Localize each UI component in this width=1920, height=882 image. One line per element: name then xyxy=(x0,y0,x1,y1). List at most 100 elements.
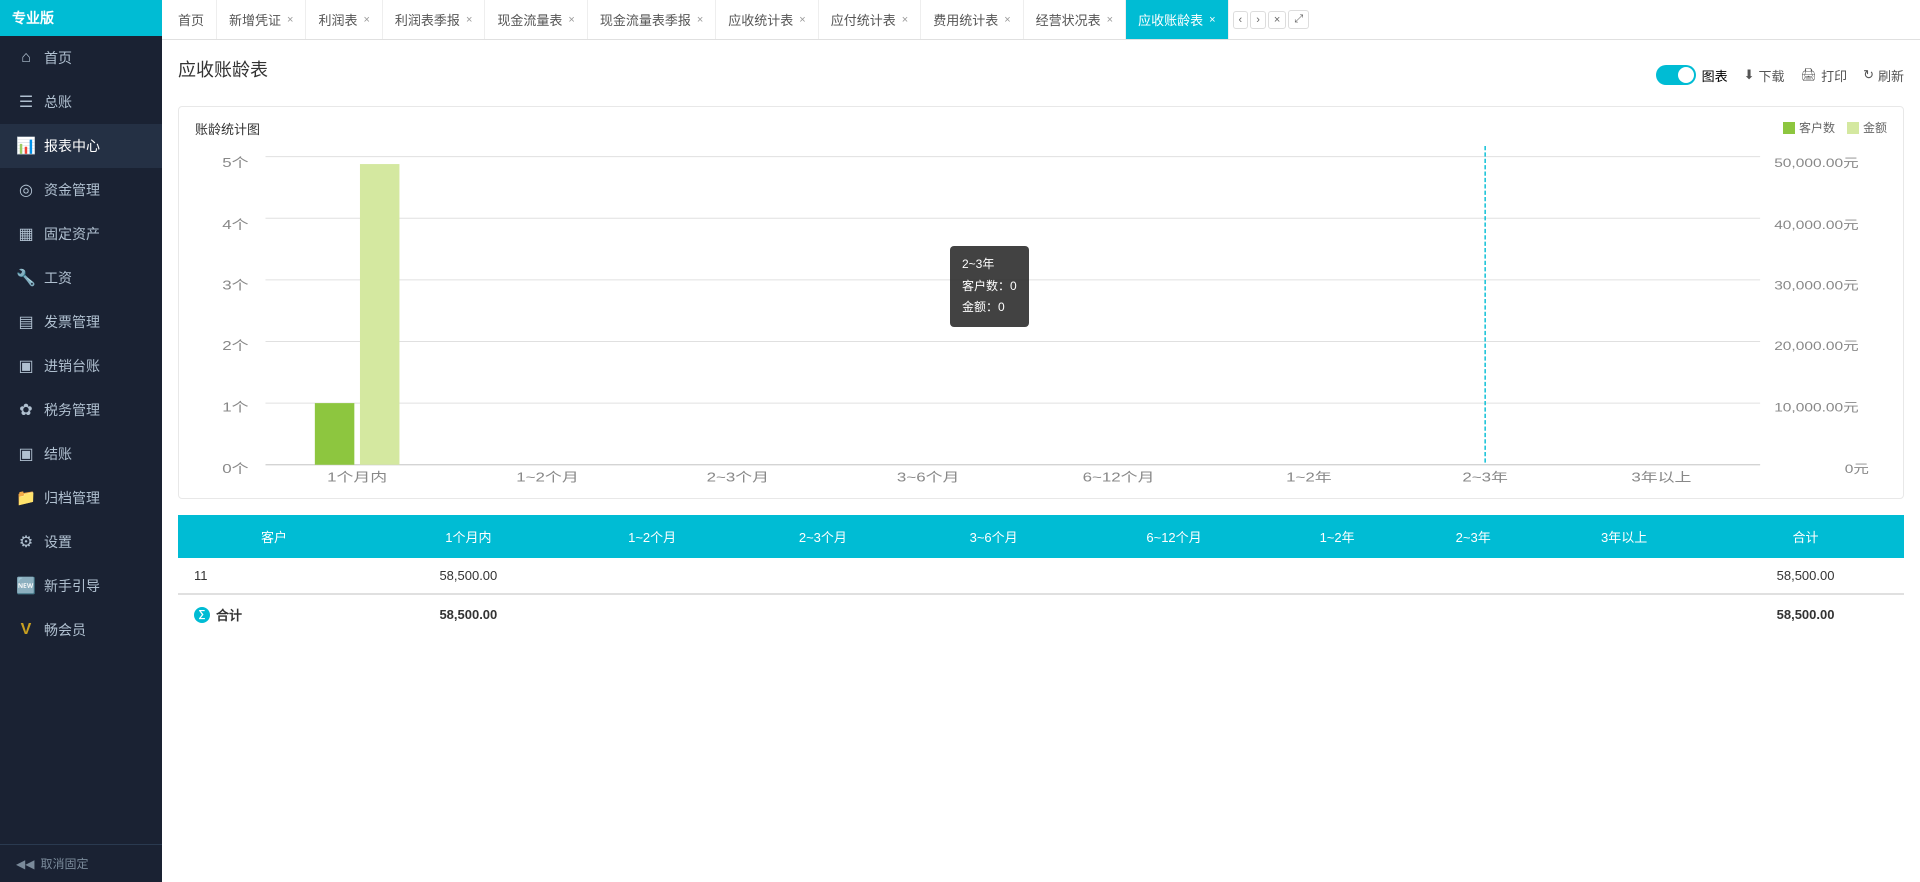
tab-cashflow-close[interactable]: × xyxy=(568,14,574,26)
print-button[interactable]: 🖨 打印 xyxy=(1801,66,1848,85)
footer-month6 xyxy=(908,594,1079,634)
tax-icon: ✿ xyxy=(16,400,36,420)
total-icon: ∑ xyxy=(194,607,210,623)
sidebar-item-label: 税务管理 xyxy=(44,400,100,420)
ledger-icon: ☰ xyxy=(16,92,36,112)
sidebar-item-home[interactable]: ⌂ 首页 xyxy=(0,36,162,80)
sidebar-item-inventory[interactable]: ▣ 进销台账 xyxy=(0,344,162,388)
tab-ar-stat-close[interactable]: × xyxy=(799,14,805,26)
footer-month2 xyxy=(567,594,738,634)
sidebar-item-label: 归档管理 xyxy=(44,488,100,508)
svg-text:1~2个月: 1~2个月 xyxy=(516,471,579,485)
tab-home[interactable]: 首页 xyxy=(166,0,217,39)
tab-voucher[interactable]: 新增凭证 × xyxy=(217,0,306,39)
guide-icon: 🆕 xyxy=(16,576,36,596)
sidebar-item-settings[interactable]: ⚙ 设置 xyxy=(0,520,162,564)
tab-expand-button[interactable]: ⤢ xyxy=(1288,10,1309,29)
tab-ap-stat-close[interactable]: × xyxy=(902,14,908,26)
tab-voucher-close[interactable]: × xyxy=(287,14,293,26)
closing-icon: ▣ xyxy=(16,444,36,464)
sidebar-item-tax[interactable]: ✿ 税务管理 xyxy=(0,388,162,432)
svg-text:2个: 2个 xyxy=(222,339,248,353)
tab-biz-status[interactable]: 经营状况表 × xyxy=(1024,0,1126,39)
refresh-button[interactable]: ↻ 刷新 xyxy=(1863,66,1904,85)
cell-year2 xyxy=(1269,558,1405,594)
cell-month3 xyxy=(738,558,909,594)
chart-toggle[interactable] xyxy=(1656,65,1696,85)
legend-customer-dot xyxy=(1783,122,1795,134)
bar-amount-1 xyxy=(360,164,399,465)
tab-cashflow-label: 现金流量表 xyxy=(497,10,562,29)
svg-text:1个月内: 1个月内 xyxy=(327,471,387,485)
legend-amount-dot xyxy=(1847,122,1859,134)
col-total: 合计 xyxy=(1707,515,1904,558)
tab-profit-close[interactable]: × xyxy=(363,14,369,26)
legend-customer-count: 客户数 xyxy=(1783,119,1835,136)
archive-icon: 📁 xyxy=(16,488,36,508)
tab-next-button[interactable]: › xyxy=(1250,11,1266,29)
sidebar-item-reports[interactable]: 📊 报表中心 xyxy=(0,124,162,168)
unpin-button[interactable]: ◀◀ 取消固定 xyxy=(0,844,162,882)
sidebar-item-guide[interactable]: 🆕 新手引导 xyxy=(0,564,162,608)
unpin-icon: ◀◀ xyxy=(16,857,34,871)
tab-ar-aging-close[interactable]: × xyxy=(1209,14,1215,26)
sidebar-item-label: 发票管理 xyxy=(44,312,100,332)
tab-ap-stat[interactable]: 应付统计表 × xyxy=(819,0,921,39)
svg-text:3年以上: 3年以上 xyxy=(1631,471,1691,485)
svg-text:1~2年: 1~2年 xyxy=(1286,471,1332,485)
sidebar-item-funds[interactable]: ◎ 资金管理 xyxy=(0,168,162,212)
tab-cashflow[interactable]: 现金流量表 × xyxy=(485,0,587,39)
sidebar-item-label: 畅会员 xyxy=(44,620,86,640)
chart-toggle-label: 图表 xyxy=(1702,66,1728,85)
assets-icon: ▦ xyxy=(16,224,36,244)
sidebar-item-assets[interactable]: ▦ 固定资产 xyxy=(0,212,162,256)
tab-home-label: 首页 xyxy=(178,10,204,29)
tab-biz-status-close[interactable]: × xyxy=(1107,14,1113,26)
tab-ar-stat[interactable]: 应收统计表 × xyxy=(716,0,818,39)
sidebar-item-vip[interactable]: V 畅会员 xyxy=(0,608,162,652)
svg-text:0个: 0个 xyxy=(222,462,248,476)
sidebar-item-label: 进销台账 xyxy=(44,356,100,376)
svg-text:2~3个月: 2~3个月 xyxy=(707,471,770,485)
footer-month3 xyxy=(738,594,909,634)
svg-text:5个: 5个 xyxy=(222,156,248,170)
sidebar-item-closing[interactable]: ▣ 结账 xyxy=(0,432,162,476)
tab-cashflow-quarter-close[interactable]: × xyxy=(697,14,703,26)
sidebar-item-invoice[interactable]: ▤ 发票管理 xyxy=(0,300,162,344)
svg-text:40,000.00元: 40,000.00元 xyxy=(1774,219,1859,232)
svg-text:1个: 1个 xyxy=(222,401,248,415)
download-button[interactable]: ⬇ 下载 xyxy=(1744,66,1785,85)
cell-month12 xyxy=(1079,558,1269,594)
download-label: 下载 xyxy=(1759,66,1785,85)
sidebar-item-ledger[interactable]: ☰ 总账 xyxy=(0,80,162,124)
legend-amount: 金额 xyxy=(1847,119,1887,136)
chart-legend: 客户数 金额 xyxy=(1783,119,1887,136)
col-month1: 1个月内 xyxy=(370,515,567,558)
tab-profit-quarter-label: 利润表季报 xyxy=(395,10,460,29)
tab-expense-stat[interactable]: 费用统计表 × xyxy=(921,0,1023,39)
tab-prev-button[interactable]: ‹ xyxy=(1233,11,1249,29)
tab-ar-aging[interactable]: 应收账龄表 × xyxy=(1126,0,1228,39)
app-logo: 专业版 xyxy=(0,0,162,36)
tab-profit-quarter[interactable]: 利润表季报 × xyxy=(383,0,485,39)
tab-expense-stat-close[interactable]: × xyxy=(1004,14,1010,26)
funds-icon: ◎ xyxy=(16,180,36,200)
sidebar: 专业版 ⌂ 首页 ☰ 总账 📊 报表中心 ◎ 资金管理 ▦ 固定资产 🔧 工资 … xyxy=(0,0,162,882)
tab-profit-quarter-close[interactable]: × xyxy=(466,14,472,26)
footer-label: ∑ 合计 xyxy=(178,594,370,634)
sidebar-item-archive[interactable]: 📁 归档管理 xyxy=(0,476,162,520)
tab-close-all-button[interactable]: × xyxy=(1268,11,1286,29)
cell-year3 xyxy=(1405,558,1541,594)
sidebar-item-salary[interactable]: 🔧 工资 xyxy=(0,256,162,300)
tab-biz-status-label: 经营状况表 xyxy=(1036,10,1101,29)
svg-text:30,000.00元: 30,000.00元 xyxy=(1774,279,1859,292)
cell-month6 xyxy=(908,558,1079,594)
tab-profit[interactable]: 利润表 × xyxy=(306,0,382,39)
table-footer-row: ∑ 合计 58,500.00 58,500.00 xyxy=(178,594,1904,634)
tab-cashflow-quarter[interactable]: 现金流量表季报 × xyxy=(588,0,716,39)
svg-text:4个: 4个 xyxy=(222,218,248,232)
cell-month1: 58,500.00 xyxy=(370,558,567,594)
sidebar-item-label: 结账 xyxy=(44,444,72,464)
sidebar-item-label: 总账 xyxy=(44,92,72,112)
download-icon: ⬇ xyxy=(1744,67,1755,83)
